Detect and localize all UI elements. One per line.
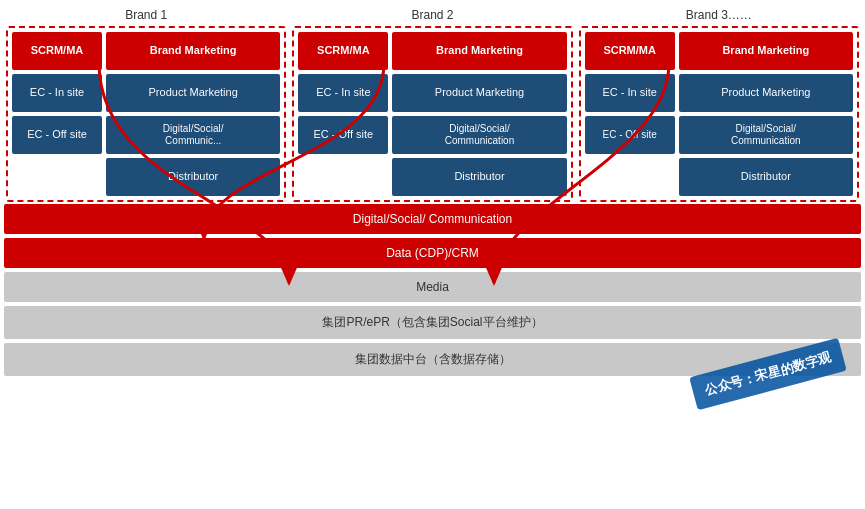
- brand2-distributor: Distributor: [392, 158, 566, 196]
- brand1-ec-insite: EC - In site: [12, 74, 102, 112]
- brand2-ec-offsite: EC - Off site: [298, 116, 388, 154]
- brand3-digital-social: Digital/Social/Communication: [679, 116, 853, 154]
- band-data-cdp: Data (CDP)/CRM: [4, 238, 861, 268]
- brand-2-label: Brand 2: [292, 8, 572, 22]
- brand3-ec-insite: EC - In site: [585, 74, 675, 112]
- brand-3-group: Brand 3…… SCRM/MA Brand Marketing EC - I…: [579, 8, 859, 202]
- brand-2-group: Brand 2 SCRM/MA Brand Marketing EC - In …: [292, 8, 572, 202]
- brand1-brand-marketing: Brand Marketing: [106, 32, 280, 70]
- bottom-bands: Digital/Social/ Communication Data (CDP)…: [4, 204, 861, 376]
- brand1-distributor: Distributor: [106, 158, 280, 196]
- brand3-left-stack: EC - In site EC - Off site: [585, 74, 675, 196]
- band-media: Media: [4, 272, 861, 302]
- brand1-product-marketing: Product Marketing: [106, 74, 280, 112]
- brand1-right-stack: Product Marketing Digital/Social/Communi…: [106, 74, 280, 196]
- brand3-ec-offsite: EC - Off site: [585, 116, 675, 154]
- brand3-distributor: Distributor: [679, 158, 853, 196]
- brand-1-dashed: SCRM/MA Brand Marketing EC - In site EC …: [6, 26, 286, 202]
- brand1-scrm: SCRM/MA: [12, 32, 102, 70]
- brand-1-group: Brand 1 SCRM/MA Brand Marketing EC - In …: [6, 8, 286, 202]
- brands-area: Brand 1 SCRM/MA Brand Marketing EC - In …: [4, 8, 861, 202]
- brand3-right-stack: Product Marketing Digital/Social/Communi…: [679, 74, 853, 196]
- brand2-ec-insite: EC - In site: [298, 74, 388, 112]
- brand3-brand-marketing: Brand Marketing: [679, 32, 853, 70]
- brand2-product-marketing: Product Marketing: [392, 74, 566, 112]
- brand-3-label: Brand 3……: [579, 8, 859, 22]
- brand3-product-marketing: Product Marketing: [679, 74, 853, 112]
- brand1-ec-offsite: EC - Off site: [12, 116, 102, 154]
- brand-3-dashed: SCRM/MA Brand Marketing EC - In site EC …: [579, 26, 859, 202]
- main-container: Brand 1 SCRM/MA Brand Marketing EC - In …: [0, 0, 865, 509]
- brand2-left-stack: EC - In site EC - Off site: [298, 74, 388, 196]
- brand2-scrm: SCRM/MA: [298, 32, 388, 70]
- brand1-digital-social: Digital/Social/Communic...: [106, 116, 280, 154]
- band-digital-social: Digital/Social/ Communication: [4, 204, 861, 234]
- brand-2-dashed: SCRM/MA Brand Marketing EC - In site EC …: [292, 26, 572, 202]
- brand2-digital-social: Digital/Social/Communication: [392, 116, 566, 154]
- brand1-left-stack: EC - In site EC - Off site: [12, 74, 102, 196]
- brand2-right-stack: Product Marketing Digital/Social/Communi…: [392, 74, 566, 196]
- band-data-center: 集团数据中台（含数据存储）: [4, 343, 861, 376]
- brand-1-label: Brand 1: [6, 8, 286, 22]
- band-pr: 集团PR/ePR（包含集团Social平台维护）: [4, 306, 861, 339]
- brand3-scrm: SCRM/MA: [585, 32, 675, 70]
- brand2-brand-marketing: Brand Marketing: [392, 32, 566, 70]
